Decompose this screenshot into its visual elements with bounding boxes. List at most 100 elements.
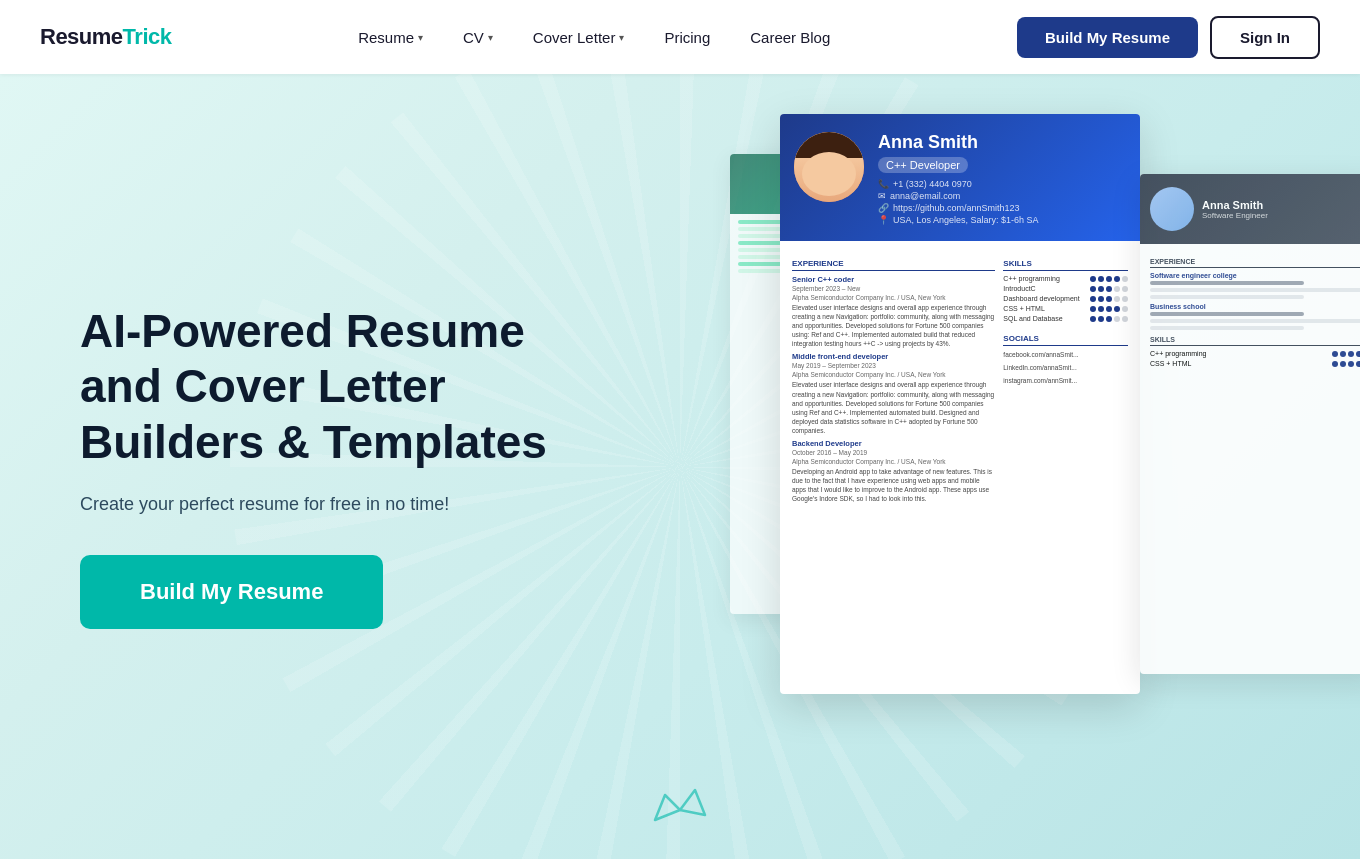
skills-section-title: Skills	[1003, 259, 1128, 271]
resume-secondary-name: Anna Smith	[1202, 199, 1268, 211]
nav-pricing[interactable]: Pricing	[648, 21, 726, 54]
nav-resume[interactable]: Resume ▾	[342, 21, 439, 54]
dot-filled	[1090, 316, 1096, 322]
resume-email: ✉ anna@email.com	[878, 191, 1039, 201]
skill-dots	[1090, 276, 1128, 282]
skill-row: IntroductC	[1003, 285, 1128, 292]
skill-name: C++ programming	[1003, 275, 1059, 282]
dot-filled	[1340, 351, 1346, 357]
nav-career-blog[interactable]: Career Blog	[734, 21, 846, 54]
resume-secondary-body: Experience Software engineer college Bus…	[1140, 244, 1360, 378]
dot-filled	[1114, 306, 1120, 312]
job-company-2: Alpha Semiconductor Company Inc. / USA, …	[792, 371, 995, 378]
dot-filled	[1090, 296, 1096, 302]
nav-cv-label: CV	[463, 29, 484, 46]
dot-filled	[1356, 351, 1360, 357]
res2-line	[1150, 288, 1360, 292]
dot-filled	[1356, 361, 1360, 367]
resume-header: Anna Smith C++ Developer 📞 +1 (332) 4404…	[780, 114, 1140, 241]
nav-cover-letter-label: Cover Letter	[533, 29, 616, 46]
dot-empty	[1122, 276, 1128, 282]
job-company-3: Alpha Semiconductor Company Inc. / USA, …	[792, 458, 995, 465]
resume-col-skills: Skills C++ programming IntroductC	[1003, 251, 1128, 691]
social-linkedin: LinkedIn.com/annaSmit...	[1003, 363, 1128, 372]
skill-name: SQL and Database	[1003, 315, 1062, 322]
hero-title: AI-Powered Resume and Cover Letter Build…	[80, 304, 560, 470]
dot-filled	[1098, 316, 1104, 322]
dot-filled	[1090, 286, 1096, 292]
location-icon: 📍	[878, 215, 889, 225]
dot-filled	[1106, 306, 1112, 312]
skill-dots	[1090, 296, 1128, 302]
skill-name: Dashboard development	[1003, 295, 1079, 302]
experience-section-title: Experience	[792, 259, 995, 271]
skill-name: CSS + HTML	[1003, 305, 1044, 312]
avatar-secondary	[1150, 187, 1194, 231]
phone-icon: 📞	[878, 179, 889, 189]
nav-resume-label: Resume	[358, 29, 414, 46]
dot-filled	[1098, 306, 1104, 312]
resume-secondary-role: Software Engineer	[1202, 211, 1268, 220]
skill-dots	[1090, 306, 1128, 312]
nav-build-resume-button[interactable]: Build My Resume	[1017, 17, 1198, 58]
dot-filled	[1332, 361, 1338, 367]
avatar-face	[794, 132, 864, 202]
social-facebook: facebook.com/annaSmit...	[1003, 350, 1128, 359]
navigation: ResumeTrick Resume ▾ CV ▾ Cover Letter ▾…	[0, 0, 1360, 74]
dot-empty	[1122, 286, 1128, 292]
res2-experience-title: Experience	[1150, 258, 1360, 268]
dot-empty	[1122, 306, 1128, 312]
res2-job1-title: Software engineer college	[1150, 272, 1360, 279]
res2-skill-dots	[1332, 351, 1360, 357]
resume-secondary-header: Anna Smith Software Engineer	[1140, 174, 1360, 244]
res2-line	[1150, 312, 1304, 316]
dot-empty	[1122, 296, 1128, 302]
res2-skills-title: Skills	[1150, 336, 1360, 346]
skill-dots	[1090, 316, 1128, 322]
avatar-skin	[802, 152, 856, 196]
resume-secondary-name-block: Anna Smith Software Engineer	[1202, 199, 1268, 220]
nav-signin-button[interactable]: Sign In	[1210, 16, 1320, 59]
resume-role: C++ Developer	[878, 157, 968, 173]
dot-filled	[1106, 316, 1112, 322]
job-date-2: May 2019 – September 2023	[792, 362, 995, 369]
job-company-1: Alpha Semiconductor Company Inc. / USA, …	[792, 294, 995, 301]
resume-body: Experience Senior C++ coder September 20…	[780, 241, 1140, 694]
avatar	[794, 132, 864, 202]
job-date-3: October 2016 – May 2019	[792, 449, 995, 456]
dot-filled	[1348, 351, 1354, 357]
skill-row: C++ programming	[1003, 275, 1128, 282]
job-desc-2: Elevated user interface designs and over…	[792, 380, 995, 435]
job-desc-1: Elevated user interface designs and over…	[792, 303, 995, 348]
logo-text-resume: Resume	[40, 24, 123, 50]
resume-col-experience: Experience Senior C++ coder September 20…	[792, 251, 995, 691]
dot-filled	[1090, 276, 1096, 282]
resume-location: 📍 USA, Los Angeles, Salary: $1-6h SA	[878, 215, 1039, 225]
chevron-down-icon: ▾	[619, 32, 624, 43]
res2-skill-row: C++ programming	[1150, 350, 1360, 357]
nav-cover-letter[interactable]: Cover Letter ▾	[517, 21, 641, 54]
logo[interactable]: ResumeTrick	[40, 24, 171, 50]
hero-build-resume-button[interactable]: Build My Resume	[80, 555, 383, 629]
res2-line	[1150, 326, 1304, 330]
resume-card-secondary: Anna Smith Software Engineer Experience …	[1140, 174, 1360, 674]
dot-filled	[1114, 276, 1120, 282]
skill-dots	[1090, 286, 1128, 292]
socials-section-title: Socials	[1003, 334, 1128, 346]
link-icon: 🔗	[878, 203, 889, 213]
hero-section: AI-Powered Resume and Cover Letter Build…	[0, 74, 1360, 859]
resume-name-block: Anna Smith C++ Developer 📞 +1 (332) 4404…	[878, 132, 1039, 227]
dot-filled	[1106, 276, 1112, 282]
dot-filled	[1090, 306, 1096, 312]
dot-empty	[1114, 296, 1120, 302]
nav-cv[interactable]: CV ▾	[447, 21, 509, 54]
crown-icon	[650, 775, 710, 835]
res2-skill-name: C++ programming	[1150, 350, 1206, 357]
resume-website: 🔗 https://github.com/annSmith123	[878, 203, 1039, 213]
hero-subtitle: Create your perfect resume for free in n…	[80, 494, 560, 515]
email-icon: ✉	[878, 191, 886, 201]
skill-name: IntroductC	[1003, 285, 1035, 292]
dot-filled	[1348, 361, 1354, 367]
resume-card-main: Anna Smith C++ Developer 📞 +1 (332) 4404…	[780, 114, 1140, 694]
dot-empty	[1114, 316, 1120, 322]
